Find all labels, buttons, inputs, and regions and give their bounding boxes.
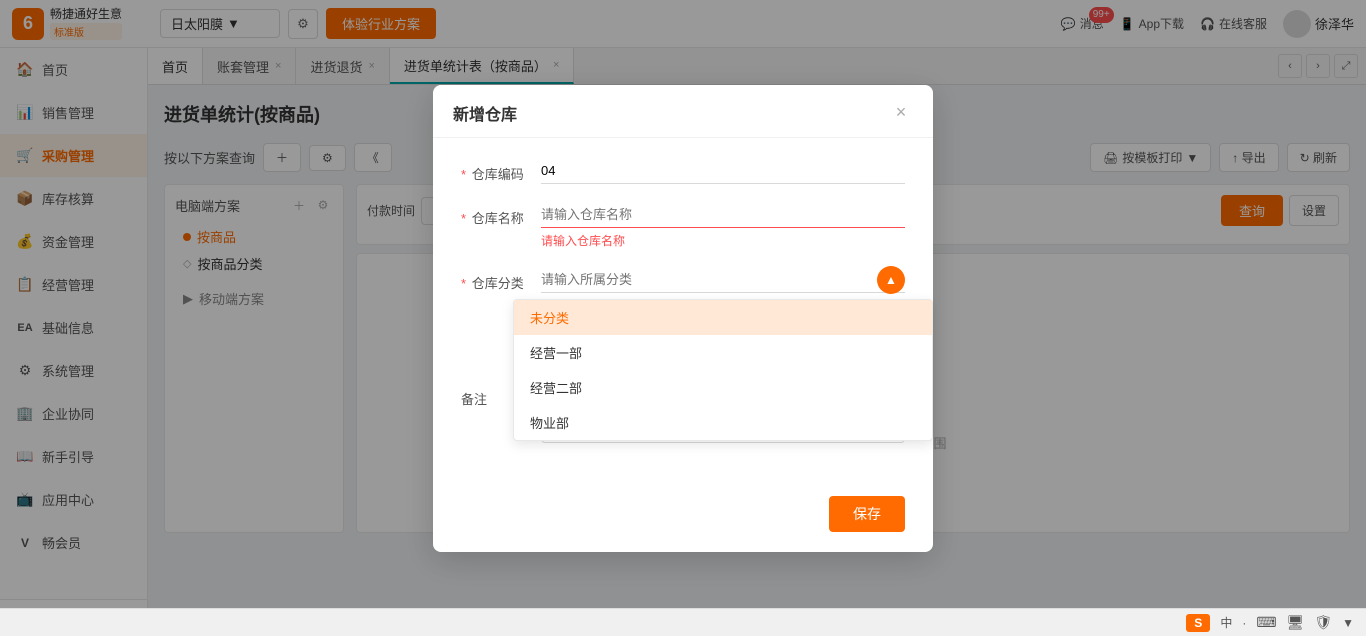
modal-close-button[interactable]: ×: [889, 101, 913, 125]
code-form-label: * 仓库编码: [461, 158, 541, 183]
modal-header: 新增仓库 ×: [433, 85, 933, 138]
required-star-name: *: [461, 211, 466, 226]
category-form-field: ▲ 未分类 经营一部 经营二部 物业部: [541, 267, 905, 293]
code-form-field: [541, 158, 905, 184]
expand-icon: ▼: [1342, 616, 1354, 630]
category-dropdown-list: 未分类 经营一部 经营二部 物业部: [513, 299, 933, 441]
status-icon-dot: ·: [1242, 616, 1246, 630]
modal-body: * 仓库编码 * 仓库名称 请输入仓库名称: [433, 138, 933, 484]
name-error-msg: 请输入仓库名称: [541, 232, 905, 249]
note-label-text: 备注: [461, 392, 487, 407]
monitor-icon: 🖥: [1287, 614, 1305, 631]
name-input[interactable]: [541, 202, 905, 228]
name-form-label: * 仓库名称: [461, 202, 541, 227]
modal-title: 新增仓库: [453, 101, 517, 125]
category-form-label: * 仓库分类: [461, 267, 541, 292]
name-form-field: 请输入仓库名称: [541, 202, 905, 249]
modal-footer: 保存: [433, 484, 933, 552]
dropdown-item-3[interactable]: 物业部: [514, 405, 932, 440]
required-star-code: *: [461, 167, 466, 182]
keyboard-icon: ⌨: [1256, 614, 1276, 631]
category-form-row: * 仓库分类 ▲ 未分类 经营一部 经营二部 物业部: [461, 267, 905, 293]
dropdown-item-2[interactable]: 经营二部: [514, 370, 932, 405]
code-label-text: 仓库编码: [472, 167, 524, 182]
name-label-text: 仓库名称: [472, 211, 524, 226]
name-form-row: * 仓库名称 请输入仓库名称: [461, 202, 905, 249]
status-bar: S 中 · ⌨ 🖥 🛡 ▼: [0, 608, 1366, 636]
category-label-text: 仓库分类: [472, 276, 524, 291]
save-button[interactable]: 保存: [829, 496, 905, 532]
modal-overlay[interactable]: 新增仓库 × * 仓库编码 * 仓库名称: [0, 0, 1366, 636]
code-form-row: * 仓库编码: [461, 158, 905, 184]
code-input[interactable]: [541, 158, 905, 184]
category-input[interactable]: [541, 267, 905, 293]
shield-icon: 🛡: [1314, 614, 1332, 631]
required-star-category: *: [461, 276, 466, 291]
dropdown-item-1[interactable]: 经营一部: [514, 335, 932, 370]
dropdown-item-0[interactable]: 未分类: [514, 300, 932, 335]
category-dropdown-arrow[interactable]: ▲: [877, 266, 905, 294]
s-brand-icon: S: [1186, 614, 1210, 632]
new-warehouse-modal: 新增仓库 × * 仓库编码 * 仓库名称: [433, 85, 933, 552]
status-text-zh: 中: [1220, 614, 1232, 631]
